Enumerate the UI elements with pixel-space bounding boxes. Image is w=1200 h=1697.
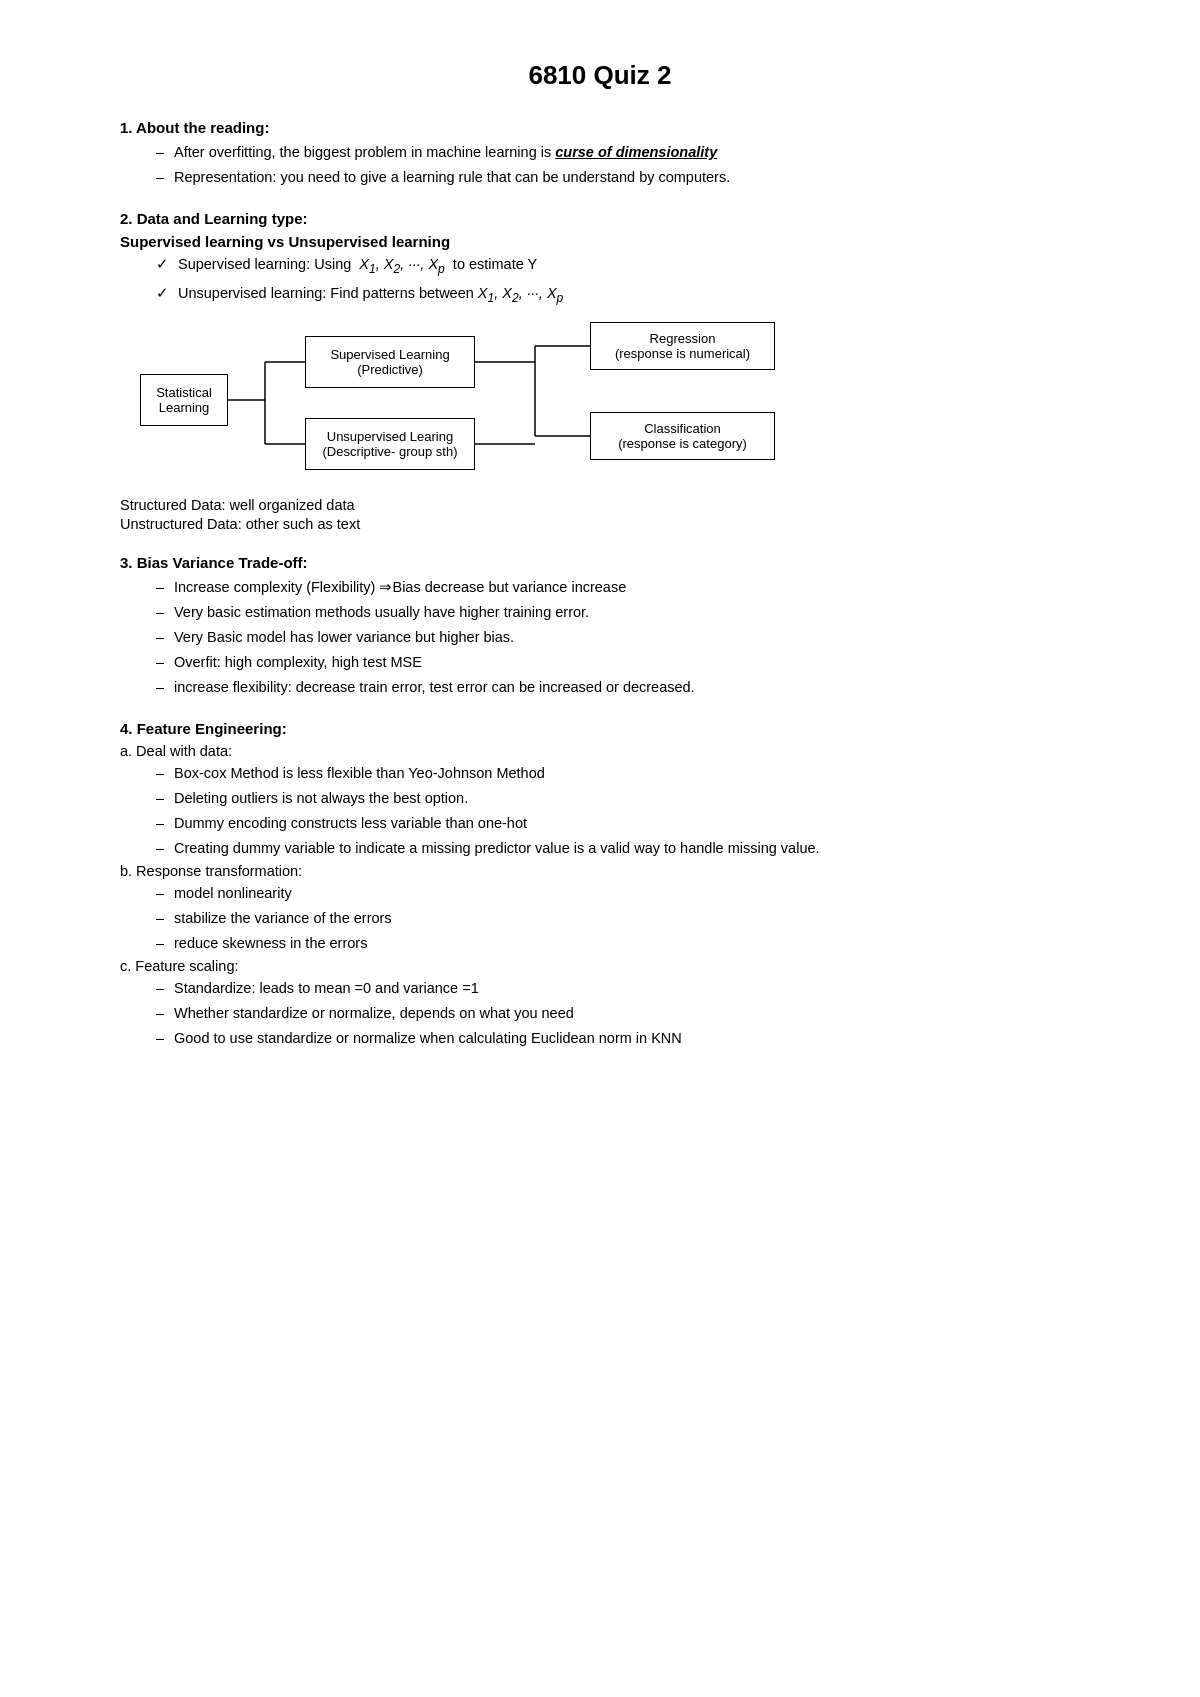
list-item: Standardize: leads to mean =0 and varian… bbox=[156, 978, 1080, 999]
list-item: Representation: you need to give a learn… bbox=[156, 167, 1080, 188]
learning-diagram: StatisticalLearning Supervised Learning(… bbox=[140, 322, 820, 487]
section-3: 3. Bias Variance Trade-off: Increase com… bbox=[120, 554, 1080, 698]
stat-learn-box: StatisticalLearning bbox=[140, 374, 228, 426]
section-4-a-label: a. Deal with data: bbox=[120, 743, 1080, 759]
section-2: 2. Data and Learning type: Supervised le… bbox=[120, 210, 1080, 532]
section-2-subheader: Supervised learning vs Unsupervised lear… bbox=[120, 233, 1080, 250]
section-2-header: 2. Data and Learning type: bbox=[120, 210, 1080, 227]
list-item: Dummy encoding constructs less variable … bbox=[156, 813, 1080, 834]
list-item: Very basic estimation methods usually ha… bbox=[156, 602, 1080, 623]
section-3-list: Increase complexity (Flexibility) ⇒Bias … bbox=[120, 577, 1080, 698]
list-item: Very Basic model has lower variance but … bbox=[156, 627, 1080, 648]
section-1-list: After overfitting, the biggest problem i… bbox=[120, 142, 1080, 188]
unstructured-data: Unstructured Data: other such as text bbox=[120, 516, 1080, 532]
section-4-c-label: c. Feature scaling: bbox=[120, 958, 1080, 974]
list-item: Unsupervised learning: Find patterns bet… bbox=[156, 283, 1080, 307]
section-2-checklist: Supervised learning: Using X1, X2, ···, … bbox=[120, 254, 1080, 308]
page-title: 6810 Quiz 2 bbox=[120, 60, 1080, 91]
section-3-header: 3. Bias Variance Trade-off: bbox=[120, 554, 1080, 571]
section-4-a-list: Box-cox Method is less flexible than Yeo… bbox=[120, 763, 1080, 859]
section-4: 4. Feature Engineering: a. Deal with dat… bbox=[120, 720, 1080, 1049]
structured-data: Structured Data: well organized data bbox=[120, 497, 1080, 513]
unsup-learn-box: Unsupervised Learing(Descriptive- group … bbox=[305, 418, 475, 470]
list-item: increase flexibility: decrease train err… bbox=[156, 677, 1080, 698]
list-item: Supervised learning: Using X1, X2, ···, … bbox=[156, 254, 1080, 278]
section-1-header: 1. About the reading: bbox=[120, 119, 1080, 136]
section-1: 1. About the reading: After overfitting,… bbox=[120, 119, 1080, 188]
regression-box: Regression(response is numerical) bbox=[590, 322, 775, 370]
list-item: Creating dummy variable to indicate a mi… bbox=[156, 838, 1080, 859]
list-item: stabilize the variance of the errors bbox=[156, 908, 1080, 929]
section-4-b-label: b. Response transformation: bbox=[120, 863, 1080, 879]
list-item: Good to use standardize or normalize whe… bbox=[156, 1028, 1080, 1049]
section-4-header: 4. Feature Engineering: bbox=[120, 720, 1080, 737]
list-item: reduce skewness in the errors bbox=[156, 933, 1080, 954]
sup-learn-box: Supervised Learning(Predictive) bbox=[305, 336, 475, 388]
list-item: After overfitting, the biggest problem i… bbox=[156, 142, 1080, 163]
list-item: Increase complexity (Flexibility) ⇒Bias … bbox=[156, 577, 1080, 598]
section-4-b-list: model nonlinearity stabilize the varianc… bbox=[120, 883, 1080, 954]
list-item: Box-cox Method is less flexible than Yeo… bbox=[156, 763, 1080, 784]
classification-box: Classification(response is category) bbox=[590, 412, 775, 460]
list-item: Deleting outliers is not always the best… bbox=[156, 788, 1080, 809]
list-item: model nonlinearity bbox=[156, 883, 1080, 904]
section-4-c-list: Standardize: leads to mean =0 and varian… bbox=[120, 978, 1080, 1049]
list-item: Overfit: high complexity, high test MSE bbox=[156, 652, 1080, 673]
list-item: Whether standardize or normalize, depend… bbox=[156, 1003, 1080, 1024]
diagram-container: StatisticalLearning Supervised Learning(… bbox=[120, 322, 1080, 487]
